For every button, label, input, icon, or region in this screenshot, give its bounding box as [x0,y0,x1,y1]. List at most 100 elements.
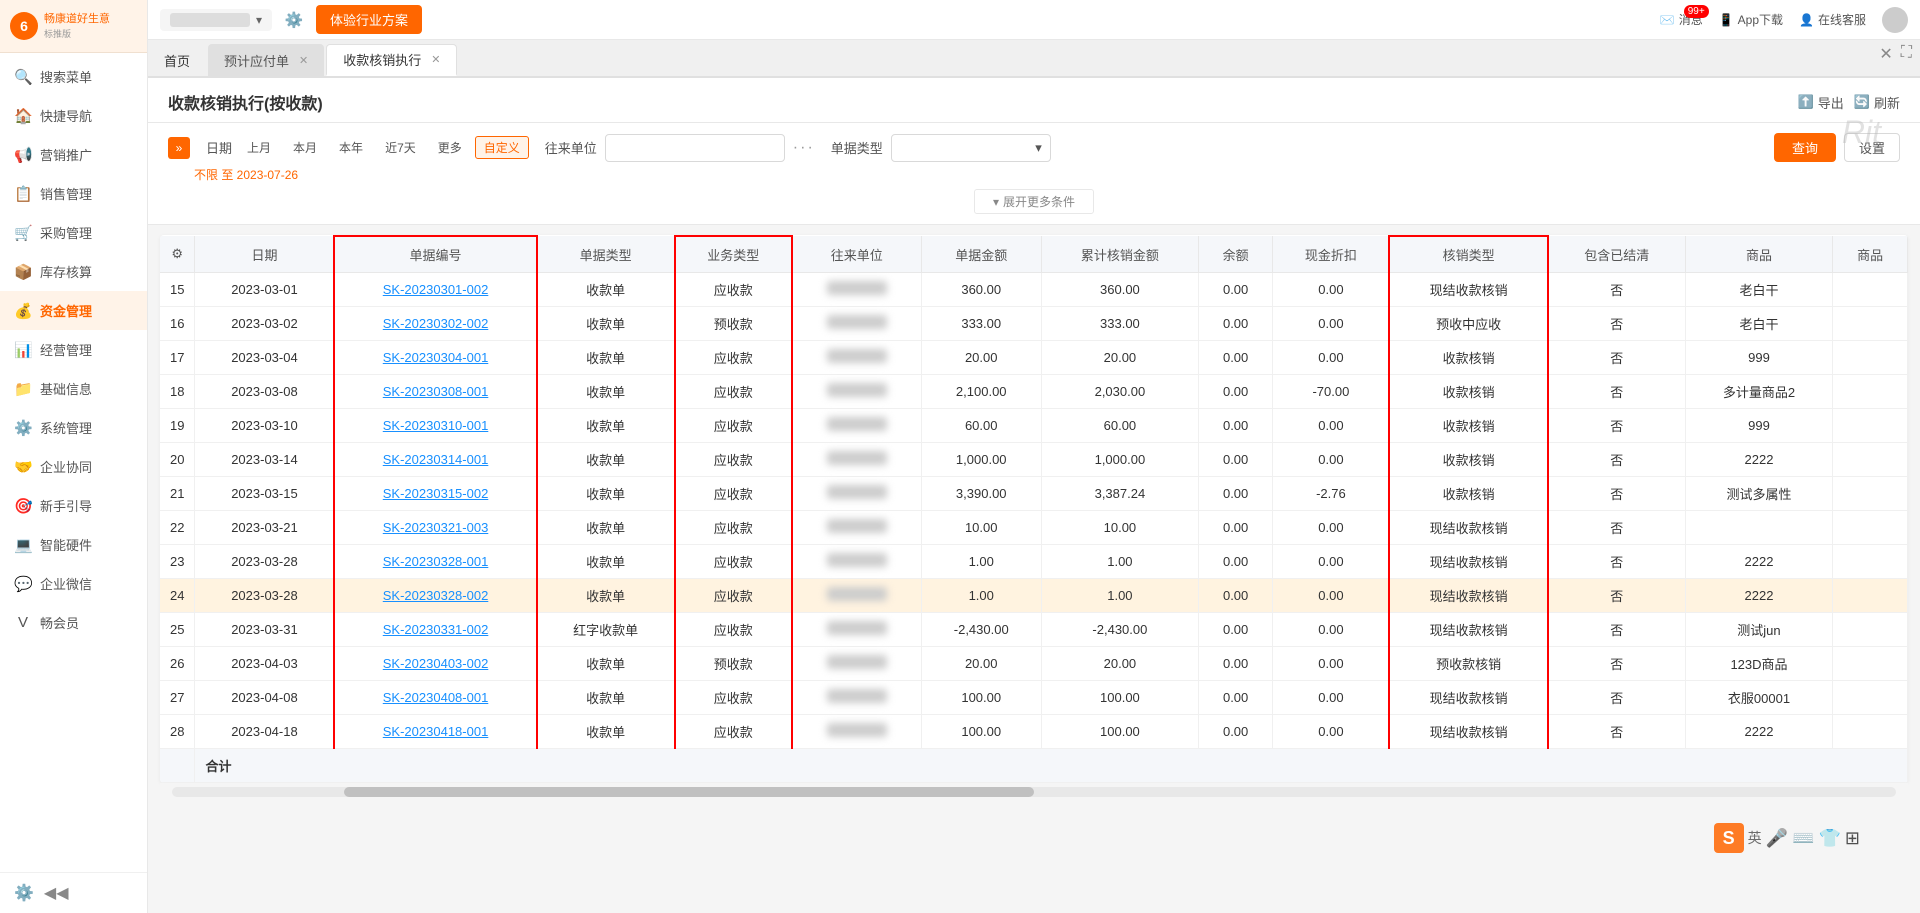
cell-goods2 [1833,579,1908,613]
settings-icon[interactable]: ⚙️ [14,883,34,903]
bill-no-link[interactable]: SK-20230302-002 [383,316,489,331]
footer-empty [160,749,195,783]
sidebar-item-purchase[interactable]: 🛒 采购管理 [0,213,147,252]
online-service-button[interactable]: 👤 在线客服 [1799,11,1866,28]
sidebar-item-member[interactable]: V 畅会员 [0,603,147,642]
page-actions: ⬆️ 导出 🔄 刷新 [1798,93,1900,112]
keyboard-icon[interactable]: ⌨️ [1792,828,1814,849]
cell-bill-no: SK-20230331-002 [334,613,536,647]
sidebar-item-finance[interactable]: 💰 资金管理 [0,291,147,330]
tab-home[interactable]: 首页 [148,44,206,76]
cell-amount: 100.00 [921,715,1041,749]
sidebar-item-basic[interactable]: 📁 基础信息 [0,369,147,408]
bill-no-link[interactable]: SK-20230301-002 [383,282,489,297]
th-amount: 单据金额 [921,236,1041,273]
table-row: 26 2023-04-03 SK-20230403-002 收款单 预收款 20… [160,647,1908,681]
collapse-icon[interactable]: ◀◀ [44,883,69,903]
cell-date: 2023-04-08 [195,681,334,715]
bill-no-link[interactable]: SK-20230310-001 [383,418,489,433]
bill-no-link[interactable]: SK-20230315-002 [383,486,489,501]
sidebar-item-label-operation: 经营管理 [40,340,92,359]
sidebar-item-system[interactable]: ⚙️ 系统管理 [0,408,147,447]
bill-no-link[interactable]: SK-20230321-003 [383,520,489,535]
th-settings[interactable]: ⚙ [160,236,195,273]
table-hscroll [160,783,1908,801]
cell-counterpart [792,409,921,443]
gear-button[interactable]: ⚙️ [280,6,308,34]
app-download-button[interactable]: 📱 App下载 [1719,11,1783,28]
tab-prepay-close[interactable]: ✕ [299,54,308,67]
tab-prepay[interactable]: 预计应付单 ✕ [208,44,324,76]
hscroll-thumb[interactable] [344,787,1034,797]
solution-button[interactable]: 体验行业方案 [316,5,422,34]
sidebar-item-search[interactable]: 🔍 搜索菜单 [0,57,147,96]
cell-balance: 0.00 [1198,443,1273,477]
th-accum-cancel: 累计核销金额 [1041,236,1198,273]
cell-bill-type: 收款单 [537,341,675,375]
sidebar-item-label-purchase: 采购管理 [40,223,92,242]
bill-no-link[interactable]: SK-20230328-002 [383,588,489,603]
export-button[interactable]: ⬆️ 导出 [1798,93,1844,112]
date-btn-this-month[interactable]: 本月 [284,136,326,159]
tab-collection[interactable]: 收款核销执行 ✕ [326,44,457,76]
bill-no-link[interactable]: SK-20230408-001 [383,690,489,705]
sidebar-item-marketing[interactable]: 📢 营销推广 [0,135,147,174]
cell-biz-type: 应收款 [675,443,792,477]
sidebar-item-sales[interactable]: 📋 销售管理 [0,174,147,213]
set-button[interactable]: 设置 [1844,133,1900,162]
sidebar-item-quick-nav[interactable]: 🏠 快捷导航 [0,96,147,135]
grid-icon[interactable]: ⊞ [1845,828,1860,849]
sidebar-item-operation[interactable]: 📊 经营管理 [0,330,147,369]
app-selector[interactable]: ▾ [160,9,272,31]
bill-no-link[interactable]: SK-20230308-001 [383,384,489,399]
th-cash-discount: 现金折扣 [1273,236,1390,273]
sidebar-item-hardware[interactable]: 💻 智能硬件 [0,525,147,564]
bill-no-link[interactable]: SK-20230403-002 [383,656,489,671]
cell-cash-discount: 0.00 [1273,409,1390,443]
refresh-button[interactable]: 🔄 刷新 [1854,93,1900,112]
cell-balance: 0.00 [1198,375,1273,409]
date-btn-custom[interactable]: 自定义 [475,136,529,159]
filter-collapse-btn[interactable]: » [168,137,190,159]
sidebar-item-wechat[interactable]: 💬 企业微信 [0,564,147,603]
bill-no-link[interactable]: SK-20230418-001 [383,724,489,739]
filter-expand-row: ▾ 展开更多条件 [168,189,1900,214]
fullscreen-icon[interactable]: ⛶ [1901,44,1912,64]
cell-accum: -2,430.00 [1041,613,1198,647]
bill-type-select[interactable]: ▾ [891,134,1051,162]
sidebar-item-inventory[interactable]: 📦 库存核算 [0,252,147,291]
cell-amount: 2,100.00 [921,375,1041,409]
cell-cancel-type: 收款核销 [1389,443,1548,477]
cell-cash-discount: 0.00 [1273,681,1390,715]
cell-settled: 否 [1548,477,1685,511]
cell-goods1: 多计量商品2 [1685,375,1833,409]
cell-goods2 [1833,443,1908,477]
cell-no: 26 [160,647,195,681]
cell-no: 25 [160,613,195,647]
date-btn-last-month[interactable]: 上月 [238,136,280,159]
sidebar-item-corp[interactable]: 🤝 企业协同 [0,447,147,486]
cell-no: 28 [160,715,195,749]
expand-conditions-btn[interactable]: ▾ 展开更多条件 [974,189,1094,214]
user-avatar[interactable] [1882,7,1908,33]
cell-date: 2023-03-31 [195,613,334,647]
close-tab-icon[interactable]: ✕ [1879,44,1892,64]
bill-no-link[interactable]: SK-20230331-002 [383,622,489,637]
date-btn-this-year[interactable]: 本年 [330,136,372,159]
tab-prepay-label: 预计应付单 [224,51,289,70]
bill-no-link[interactable]: SK-20230314-001 [383,452,489,467]
bill-no-link[interactable]: SK-20230328-001 [383,554,489,569]
date-btn-more[interactable]: 更多 [429,136,471,159]
tab-collection-close[interactable]: ✕ [431,53,440,66]
mic-icon[interactable]: 🎤 [1766,828,1788,849]
bill-no-link[interactable]: SK-20230304-001 [383,350,489,365]
expand-label: 展开更多条件 [1003,193,1075,210]
message-button[interactable]: ✉️ 消息 99+ [1660,11,1703,28]
counterpart-input[interactable] [605,134,785,162]
cell-bill-no: SK-20230314-001 [334,443,536,477]
query-button[interactable]: 查询 [1774,133,1836,162]
shirt-icon[interactable]: 👕 [1818,828,1840,849]
date-btn-7days[interactable]: 近7天 [376,136,425,159]
sidebar-item-guide[interactable]: 🎯 新手引导 [0,486,147,525]
cell-cancel-type: 现结收款核销 [1389,613,1548,647]
